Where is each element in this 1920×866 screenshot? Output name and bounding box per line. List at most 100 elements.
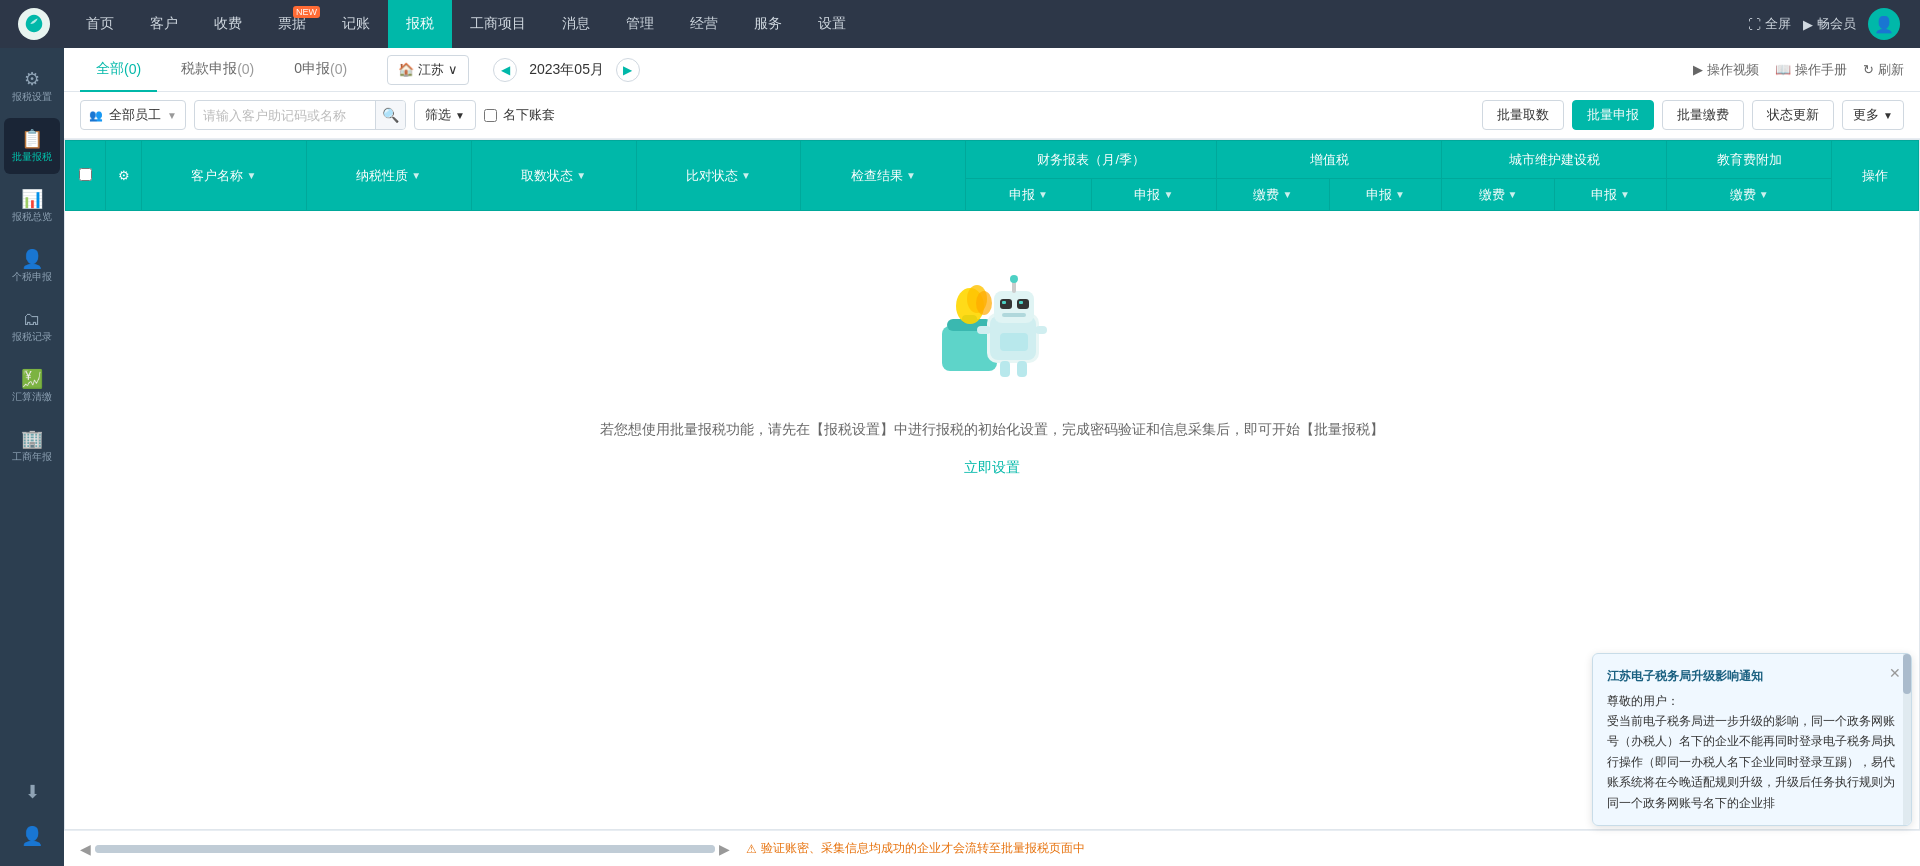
- sub-filter-vat-declare[interactable]: ▼: [1163, 189, 1173, 200]
- notification-close-btn[interactable]: ✕: [1889, 662, 1901, 686]
- region-select[interactable]: 🏠 江苏 ∨: [387, 55, 469, 85]
- sub-filter-city-declare[interactable]: ▼: [1395, 189, 1405, 200]
- period-prev-btn[interactable]: ◀: [493, 58, 517, 82]
- batch-fetch-btn[interactable]: 批量取数: [1482, 100, 1564, 130]
- sidebar: ⚙ 报税设置 📋 批量报税 📊 报税总览 👤 个税申报 🗂 报税记录 💹 汇算清…: [0, 48, 64, 866]
- svg-point-5: [976, 291, 992, 315]
- notification-scrollbar[interactable]: [1903, 654, 1911, 825]
- sidebar-download[interactable]: ⬇: [4, 772, 60, 812]
- personal-tax-icon: 👤: [21, 250, 43, 268]
- settlement-icon: 💹: [21, 370, 43, 388]
- batch-tax-icon: 📋: [21, 130, 43, 148]
- empty-state: 若您想使用批量报税功能，请先在【报税设置】中进行报税的初始化设置，完成密码验证和…: [66, 211, 1919, 537]
- user-avatar[interactable]: 👤: [1868, 8, 1900, 40]
- header-client-name: 客户名称 ▼: [142, 141, 307, 211]
- nav-accounting[interactable]: 记账: [324, 0, 388, 48]
- sidebar-item-personal-tax[interactable]: 👤 个税申报: [4, 238, 60, 294]
- svg-rect-19: [1000, 361, 1010, 377]
- batch-declare-btn[interactable]: 批量申报: [1572, 100, 1654, 130]
- tab-declare[interactable]: 税款申报(0): [165, 48, 270, 92]
- tax-settings-icon: ⚙: [24, 70, 40, 88]
- table-header-row-1: ⚙ 客户名称 ▼ 纳税性质 ▼: [66, 141, 1919, 179]
- nav-right-actions: ⛶ 全屏 ▶ 畅会员 👤: [1748, 8, 1900, 40]
- sidebar-item-settlement[interactable]: 💹 汇算清缴: [4, 358, 60, 414]
- search-input[interactable]: [195, 108, 375, 123]
- header-tax-nature: 纳税性质 ▼: [306, 141, 471, 211]
- filter-icon-compare[interactable]: ▼: [741, 170, 751, 181]
- member-btn[interactable]: ▶ 畅会员: [1803, 15, 1856, 33]
- sidebar-bottom: ⬇ 👤: [4, 772, 60, 866]
- filter-button[interactable]: 筛选 ▼: [414, 100, 476, 130]
- employee-select[interactable]: 👥 全部员工 ▼: [80, 100, 186, 130]
- tab-all[interactable]: 全部(0): [80, 48, 157, 92]
- nav-client[interactable]: 客户: [132, 0, 196, 48]
- fullscreen-btn[interactable]: ⛶ 全屏: [1748, 15, 1791, 33]
- operation-video-btn[interactable]: ▶ 操作视频: [1693, 61, 1759, 79]
- header-check-result: 检查结果 ▼: [801, 141, 966, 211]
- nav-fee[interactable]: 收费: [196, 0, 260, 48]
- sub-filter-finance-declare[interactable]: ▼: [1038, 189, 1048, 200]
- nav-business[interactable]: 工商项目: [452, 0, 544, 48]
- filter-icon-fetch[interactable]: ▼: [576, 170, 586, 181]
- notification-greeting: 尊敬的用户：: [1607, 691, 1897, 711]
- sidebar-item-tax-settings[interactable]: ⚙ 报税设置: [4, 58, 60, 114]
- nav-operation[interactable]: 经营: [672, 0, 736, 48]
- filter-icon-client[interactable]: ▼: [246, 170, 256, 181]
- filter-icon-check[interactable]: ▼: [906, 170, 916, 181]
- svg-rect-15: [1002, 313, 1026, 317]
- horizontal-scrollbar[interactable]: [95, 845, 715, 853]
- header-compare-status: 比对状态 ▼: [636, 141, 801, 211]
- gear-icon[interactable]: ⚙: [118, 168, 130, 183]
- sidebar-item-tax-records[interactable]: 🗂 报税记录: [4, 298, 60, 354]
- sub-filter-edu-declare[interactable]: ▼: [1620, 189, 1630, 200]
- sub-filter-city-pay[interactable]: ▼: [1508, 189, 1518, 200]
- logo-area: [10, 0, 58, 48]
- batch-pay-btn[interactable]: 批量缴费: [1662, 100, 1744, 130]
- header-gear-col: ⚙: [106, 141, 142, 211]
- annual-report-icon: 🏢: [21, 430, 43, 448]
- svg-rect-11: [1002, 301, 1006, 304]
- sub-filter-edu-pay[interactable]: ▼: [1759, 189, 1769, 200]
- search-wrap: 🔍: [194, 100, 406, 130]
- period-next-btn[interactable]: ▶: [616, 58, 640, 82]
- more-btn[interactable]: 更多 ▼: [1842, 100, 1904, 130]
- verify-notice: ⚠ 验证账密、采集信息均成功的企业才会流转至批量报税页面中: [746, 840, 1085, 857]
- filter-icon-tax-nature[interactable]: ▼: [411, 170, 421, 181]
- sidebar-item-batch-tax[interactable]: 📋 批量报税: [4, 118, 60, 174]
- tab-bar: 全部(0) 税款申报(0) 0申报(0) 🏠 江苏 ∨ ◀ 2023年05月 ▶: [64, 48, 1920, 92]
- empty-state-row: 若您想使用批量报税功能，请先在【报税设置】中进行报税的初始化设置，完成密码验证和…: [66, 211, 1919, 538]
- sidebar-item-annual-report[interactable]: 🏢 工商年报: [4, 418, 60, 474]
- sub-header-city-declare: 申报 ▼: [1329, 179, 1442, 211]
- search-button[interactable]: 🔍: [375, 100, 405, 130]
- select-all-checkbox[interactable]: [79, 168, 92, 181]
- logo: [18, 8, 50, 40]
- operation-manual-btn[interactable]: 📖 操作手册: [1775, 61, 1847, 79]
- notification-content: 受当前电子税务局进一步升级的影响，同一个政务网账号（办税人）名下的企业不能再同时…: [1607, 711, 1897, 813]
- nav-home[interactable]: 首页: [68, 0, 132, 48]
- svg-point-14: [1010, 275, 1018, 283]
- header-financial-report: 财务报表（月/季）: [966, 141, 1217, 179]
- nav-manage[interactable]: 管理: [608, 0, 672, 48]
- tab-zero-declare[interactable]: 0申报(0): [278, 48, 363, 92]
- svg-rect-18: [1035, 326, 1047, 334]
- account-checkbox-label[interactable]: 名下账套: [484, 106, 555, 124]
- nav-invoice[interactable]: 票据 NEW: [260, 0, 324, 48]
- status-update-btn[interactable]: 状态更新: [1752, 100, 1834, 130]
- sidebar-item-tax-overview[interactable]: 📊 报税总览: [4, 178, 60, 234]
- nav-tax[interactable]: 报税: [388, 0, 452, 48]
- scrollbar-thumb: [95, 845, 715, 853]
- refresh-btn[interactable]: ↻ 刷新: [1863, 61, 1904, 79]
- nav-service[interactable]: 服务: [736, 0, 800, 48]
- header-vat: 增值税: [1217, 141, 1442, 179]
- sub-header-city-pay: 缴费 ▼: [1442, 179, 1555, 211]
- nav-settings[interactable]: 设置: [800, 0, 864, 48]
- svg-rect-10: [1017, 299, 1029, 309]
- svg-rect-9: [1000, 299, 1012, 309]
- setup-link[interactable]: 立即设置: [964, 459, 1020, 477]
- sidebar-user[interactable]: 👤: [4, 816, 60, 856]
- sub-filter-vat-pay[interactable]: ▼: [1282, 189, 1292, 200]
- account-checkbox[interactable]: [484, 109, 497, 122]
- nav-message[interactable]: 消息: [544, 0, 608, 48]
- sub-header-edu-declare: 申报 ▼: [1554, 179, 1667, 211]
- header-fetch-status: 取数状态 ▼: [471, 141, 636, 211]
